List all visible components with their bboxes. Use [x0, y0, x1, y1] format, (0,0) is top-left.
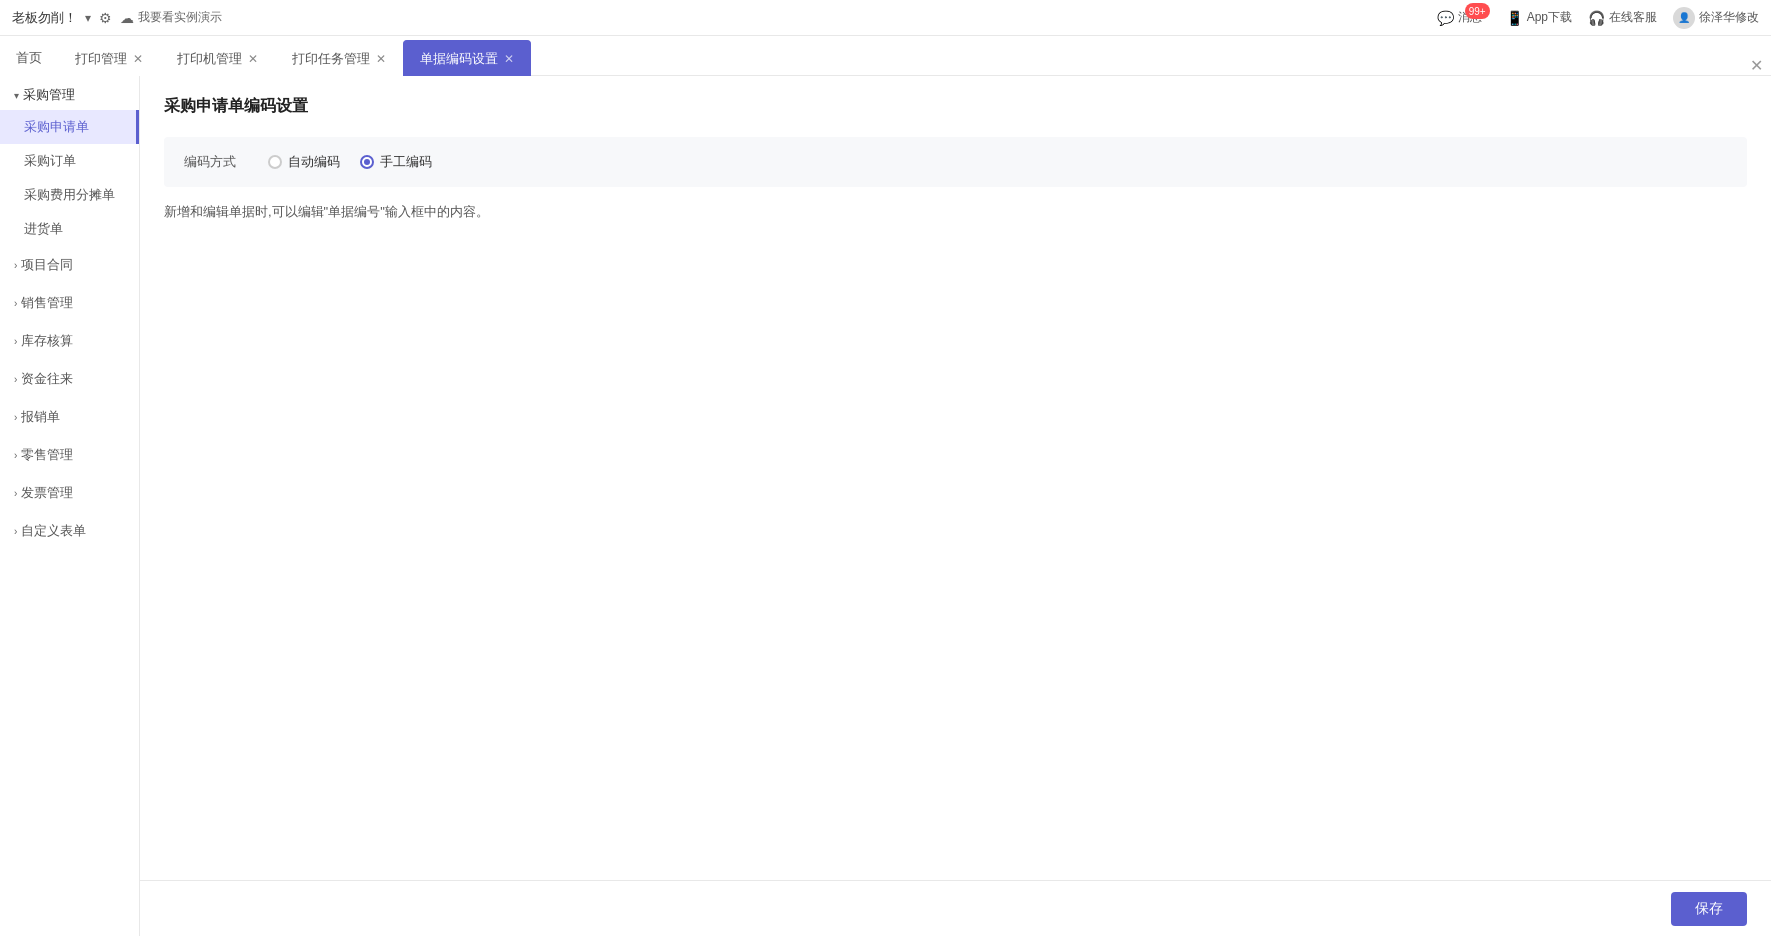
sidebar-group-custom-form-label: 自定义表单 — [21, 522, 86, 540]
app-download-button[interactable]: App下载 — [1506, 9, 1572, 26]
sidebar-group-inventory-label: 库存核算 — [21, 332, 73, 350]
sidebar-item-stock-in-label: 进货单 — [24, 221, 63, 236]
service-icon — [1588, 10, 1605, 26]
hint-text: 新增和编辑单据时,可以编辑"单据编号"输入框中的内容。 — [164, 203, 1747, 221]
bottom-bar: 保存 — [140, 880, 1771, 936]
collapse-arrow-invoice: › — [14, 488, 17, 499]
tab-print-management-label: 打印管理 — [75, 50, 127, 68]
main-content: 采购申请单编码设置 编码方式 自动编码 手工编码 — [140, 76, 1771, 936]
sidebar-group-retail[interactable]: › 零售管理 — [0, 436, 139, 474]
message-button[interactable]: 消息 99+ — [1437, 9, 1482, 26]
chat-icon — [1437, 10, 1454, 26]
encoding-label: 编码方式 — [184, 153, 244, 171]
collapse-arrow-inventory: › — [14, 336, 17, 347]
sidebar-group-invoice-label: 发票管理 — [21, 484, 73, 502]
collapse-arrow-expense: › — [14, 412, 17, 423]
sidebar-group-purchase-title[interactable]: ▾ 采购管理 — [0, 76, 139, 110]
tab-printer-management-close[interactable]: ✕ — [248, 53, 258, 65]
demo-label: 我要看实例演示 — [138, 9, 222, 26]
message-badge: 99+ — [1465, 3, 1490, 19]
tab-bar: 首页 打印管理 ✕ 打印机管理 ✕ 打印任务管理 ✕ 单据编码设置 ✕ ✕ — [0, 36, 1771, 76]
tab-printer-management[interactable]: 打印机管理 ✕ — [160, 40, 275, 76]
collapse-arrow-sales: › — [14, 298, 17, 309]
sidebar-group-purchase: ▾ 采购管理 采购申请单 采购订单 采购费用分摊单 进货单 — [0, 76, 139, 246]
sidebar-group-finance[interactable]: › 资金往来 — [0, 360, 139, 398]
sidebar-group-custom-form[interactable]: › 自定义表单 — [0, 512, 139, 550]
sidebar-item-purchase-request[interactable]: 采购申请单 — [0, 110, 139, 144]
collapse-arrow-project: › — [14, 260, 17, 271]
tab-bar-close-all[interactable]: ✕ — [1750, 56, 1771, 75]
sidebar: ▾ 采购管理 采购申请单 采购订单 采购费用分摊单 进货单 › 项目合同 › 销… — [0, 76, 140, 936]
radio-group-encoding: 自动编码 手工编码 — [268, 153, 432, 171]
online-service-button[interactable]: 在线客服 — [1588, 9, 1657, 26]
content-body: 采购申请单编码设置 编码方式 自动编码 手工编码 — [140, 76, 1771, 880]
tab-encoding-settings-close[interactable]: ✕ — [504, 53, 514, 65]
page-title: 采购申请单编码设置 — [164, 96, 1747, 117]
app-label: App下载 — [1527, 9, 1572, 26]
top-bar-right: 消息 99+ App下载 在线客服 👤 徐泽华修改 — [1437, 7, 1759, 29]
radio-manual-label: 手工编码 — [380, 153, 432, 171]
settings-icon[interactable] — [99, 10, 112, 26]
tab-print-task-close[interactable]: ✕ — [376, 53, 386, 65]
tab-home[interactable]: 首页 — [0, 40, 58, 76]
tab-print-task-label: 打印任务管理 — [292, 50, 370, 68]
radio-auto-label: 自动编码 — [288, 153, 340, 171]
tab-printer-management-label: 打印机管理 — [177, 50, 242, 68]
tab-encoding-settings-label: 单据编码设置 — [420, 50, 498, 68]
app-title: 老板勿削！ — [12, 9, 77, 27]
tab-home-label: 首页 — [16, 49, 42, 67]
tab-print-management-close[interactable]: ✕ — [133, 53, 143, 65]
sidebar-group-sales[interactable]: › 销售管理 — [0, 284, 139, 322]
encoding-section: 编码方式 自动编码 手工编码 — [164, 137, 1747, 187]
top-bar: 老板勿削！ ▾ 我要看实例演示 消息 99+ App下载 在线客服 👤 徐泽华修… — [0, 0, 1771, 36]
avatar: 👤 — [1673, 7, 1695, 29]
sidebar-group-expense-label: 报销单 — [21, 408, 60, 426]
sidebar-group-project-label: 项目合同 — [21, 256, 73, 274]
save-button[interactable]: 保存 — [1671, 892, 1747, 926]
sidebar-item-purchase-cost-label: 采购费用分摊单 — [24, 187, 115, 202]
sidebar-group-finance-label: 资金往来 — [21, 370, 73, 388]
sidebar-group-sales-label: 销售管理 — [21, 294, 73, 312]
collapse-arrow-purchase: ▾ — [14, 90, 19, 101]
radio-manual-circle — [360, 155, 374, 169]
user-label: 徐泽华修改 — [1699, 9, 1759, 26]
sidebar-item-purchase-cost[interactable]: 采购费用分摊单 — [0, 178, 139, 212]
sidebar-item-purchase-order-label: 采购订单 — [24, 153, 76, 168]
service-label: 在线客服 — [1609, 9, 1657, 26]
main-layout: ▾ 采购管理 采购申请单 采购订单 采购费用分摊单 进货单 › 项目合同 › 销… — [0, 76, 1771, 936]
sidebar-item-purchase-order[interactable]: 采购订单 — [0, 144, 139, 178]
tab-print-task[interactable]: 打印任务管理 ✕ — [275, 40, 403, 76]
app-icon — [1506, 10, 1523, 26]
collapse-arrow-custom-form: › — [14, 526, 17, 537]
top-bar-left: 老板勿削！ ▾ 我要看实例演示 — [12, 9, 222, 27]
demo-link[interactable]: 我要看实例演示 — [120, 9, 222, 26]
sidebar-group-inventory[interactable]: › 库存核算 — [0, 322, 139, 360]
user-menu-button[interactable]: 👤 徐泽华修改 — [1673, 7, 1759, 29]
sidebar-group-purchase-label: 采购管理 — [23, 86, 75, 104]
tab-encoding-settings[interactable]: 单据编码设置 ✕ — [403, 40, 531, 76]
sidebar-item-stock-in[interactable]: 进货单 — [0, 212, 139, 246]
sidebar-item-purchase-request-label: 采购申请单 — [24, 119, 89, 134]
collapse-arrow-retail: › — [14, 450, 17, 461]
encoding-row: 编码方式 自动编码 手工编码 — [184, 153, 1727, 171]
cloud-icon — [120, 10, 134, 26]
sidebar-group-retail-label: 零售管理 — [21, 446, 73, 464]
sidebar-group-project[interactable]: › 项目合同 — [0, 246, 139, 284]
radio-auto-circle — [268, 155, 282, 169]
tab-print-management[interactable]: 打印管理 ✕ — [58, 40, 160, 76]
radio-auto-code[interactable]: 自动编码 — [268, 153, 340, 171]
sidebar-group-invoice[interactable]: › 发票管理 — [0, 474, 139, 512]
dropdown-icon[interactable]: ▾ — [85, 11, 91, 25]
radio-manual-code[interactable]: 手工编码 — [360, 153, 432, 171]
collapse-arrow-finance: › — [14, 374, 17, 385]
sidebar-group-expense[interactable]: › 报销单 — [0, 398, 139, 436]
